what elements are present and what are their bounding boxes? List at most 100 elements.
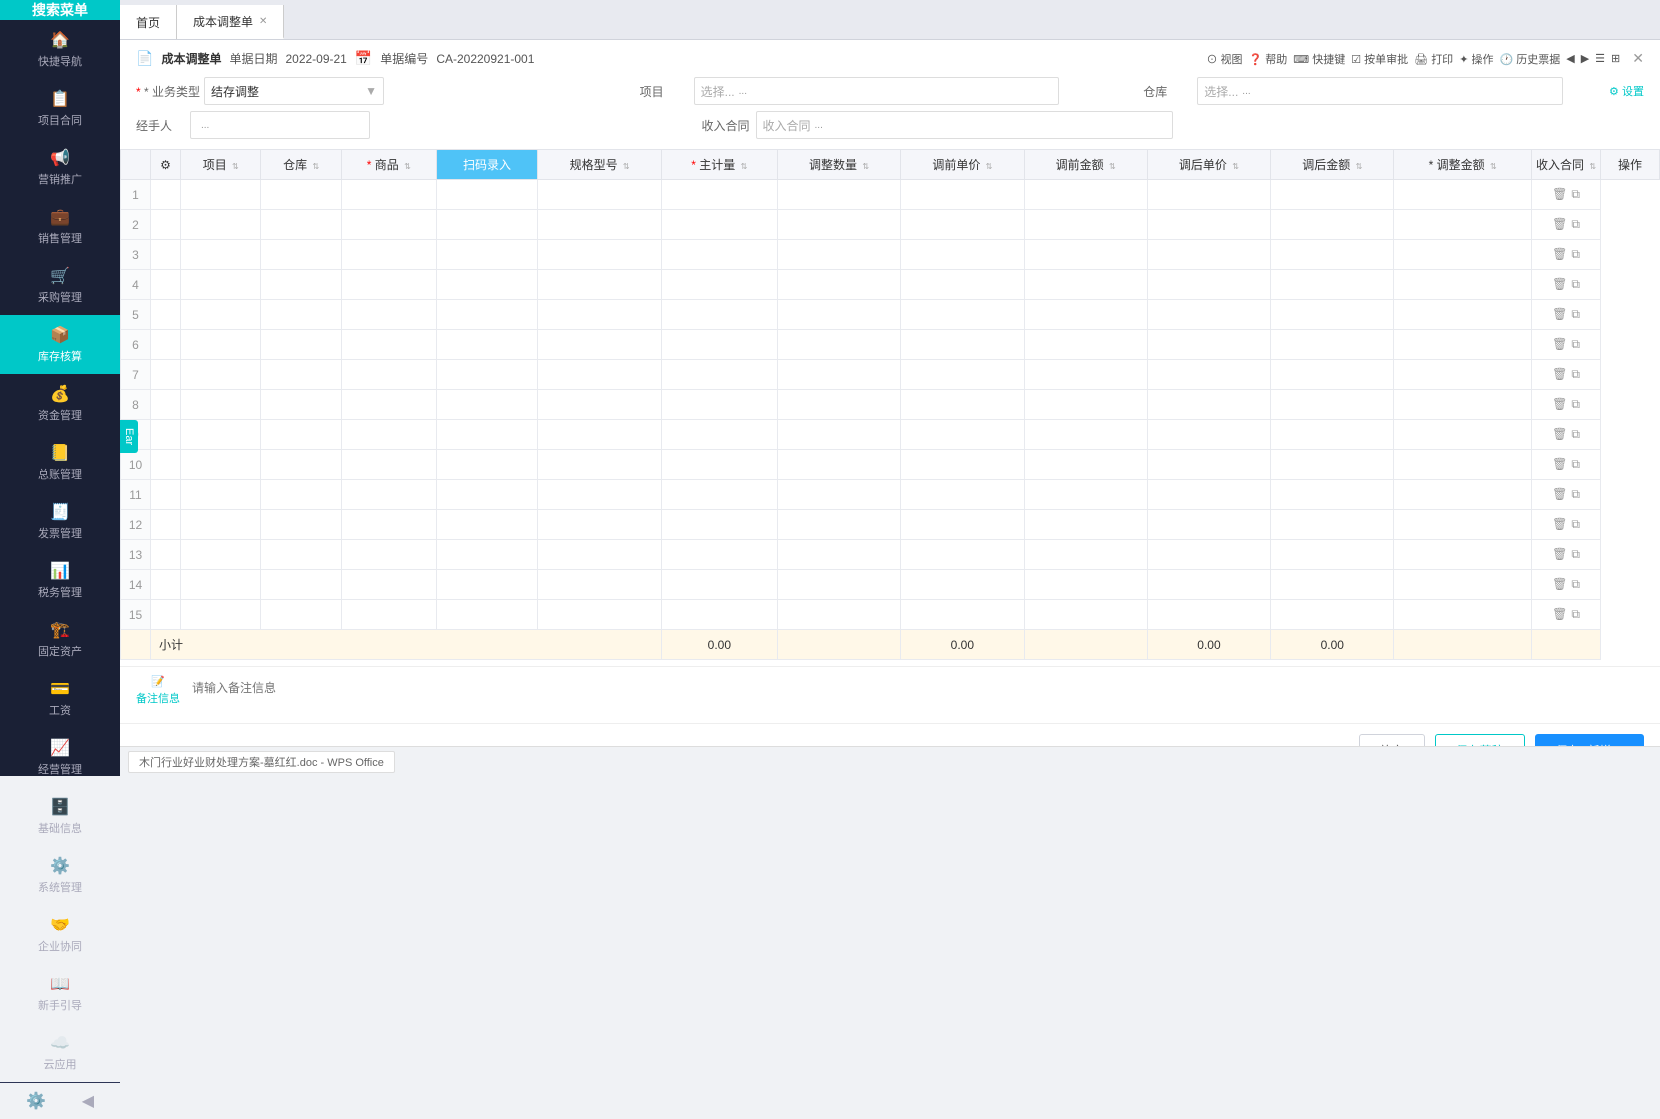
cell-after_amount-12[interactable] (1147, 510, 1270, 540)
cell-before_amount-5[interactable] (901, 300, 1024, 330)
taskbar-item[interactable]: 木门行业好业财处理方案-墓红红.doc - WPS Office (128, 751, 395, 773)
cell-spec-2[interactable] (436, 210, 538, 240)
cell-income_contract-4[interactable] (1394, 270, 1532, 300)
cell-scan-6[interactable] (341, 330, 436, 360)
cell-adjust_qty-14[interactable] (661, 570, 777, 600)
cell-unit-7[interactable] (538, 360, 661, 390)
cell-unit-4[interactable] (538, 270, 661, 300)
cell-after_amount-9[interactable] (1147, 420, 1270, 450)
cell-after_amount-3[interactable] (1147, 240, 1270, 270)
cell-adjust_amount-14[interactable] (1271, 570, 1394, 600)
cell-project-5[interactable] (151, 300, 181, 330)
cell-scan-15[interactable] (341, 600, 436, 630)
cell-unit-12[interactable] (538, 510, 661, 540)
cell-after_price-3[interactable] (1024, 240, 1147, 270)
delete-icon-7[interactable]: 🗑 (1552, 367, 1567, 382)
cell-scan-8[interactable] (341, 390, 436, 420)
delete-icon-10[interactable]: 🗑 (1552, 457, 1567, 472)
delete-icon-3[interactable]: 🗑 (1552, 247, 1567, 262)
cell-product-8[interactable] (261, 390, 341, 420)
cell-spec-14[interactable] (436, 570, 538, 600)
cell-product-13[interactable] (261, 540, 341, 570)
cell-before_price-8[interactable] (777, 390, 900, 420)
sidebar-item-marketing[interactable]: 📢营销推广 (0, 138, 120, 197)
cell-project-13[interactable] (151, 540, 181, 570)
history-btn[interactable]: 🕐 历史票据 (1499, 51, 1560, 67)
cell-warehouse-10[interactable] (181, 450, 261, 480)
tab-cost-adjust[interactable]: 成本调整单 ✕ (177, 5, 284, 39)
cell-before_amount-9[interactable] (901, 420, 1024, 450)
copy-icon-5[interactable]: ⧉ (1571, 307, 1580, 322)
cell-adjust_qty-10[interactable] (661, 450, 777, 480)
cell-scan-14[interactable] (341, 570, 436, 600)
cell-spec-10[interactable] (436, 450, 538, 480)
sidebar-item-project-contract[interactable]: 📋项目合同 (0, 79, 120, 138)
cell-before_price-1[interactable] (777, 180, 900, 210)
cell-adjust_amount-15[interactable] (1271, 600, 1394, 630)
cell-before_amount-10[interactable] (901, 450, 1024, 480)
delete-icon-4[interactable]: 🗑 (1552, 277, 1567, 292)
cell-before_price-13[interactable] (777, 540, 900, 570)
cell-scan-10[interactable] (341, 450, 436, 480)
business-type-input[interactable]: 结存调整 ▼ (204, 77, 384, 105)
cell-adjust_amount-12[interactable] (1271, 510, 1394, 540)
cell-warehouse-11[interactable] (181, 480, 261, 510)
cell-income_contract-10[interactable] (1394, 450, 1532, 480)
cell-adjust_amount-11[interactable] (1271, 480, 1394, 510)
calendar-icon[interactable]: 📅 (355, 50, 372, 67)
cell-product-11[interactable] (261, 480, 341, 510)
cell-income_contract-9[interactable] (1394, 420, 1532, 450)
cell-adjust_qty-4[interactable] (661, 270, 777, 300)
cell-after_amount-2[interactable] (1147, 210, 1270, 240)
cell-warehouse-5[interactable] (181, 300, 261, 330)
income-contract-input[interactable]: 收入合同 ... (756, 111, 1173, 139)
nav-next-btn[interactable]: ▶ (1581, 52, 1589, 65)
nav-prev-btn[interactable]: ◀ (1566, 52, 1574, 65)
cell-after_price-9[interactable] (1024, 420, 1147, 450)
cell-product-10[interactable] (261, 450, 341, 480)
cell-spec-7[interactable] (436, 360, 538, 390)
cell-unit-13[interactable] (538, 540, 661, 570)
cell-after_price-8[interactable] (1024, 390, 1147, 420)
cell-product-4[interactable] (261, 270, 341, 300)
cell-unit-11[interactable] (538, 480, 661, 510)
cell-project-14[interactable] (151, 570, 181, 600)
delete-icon-13[interactable]: 🗑 (1552, 547, 1567, 562)
cell-before_price-11[interactable] (777, 480, 900, 510)
cell-spec-13[interactable] (436, 540, 538, 570)
delete-icon-15[interactable]: 🗑 (1552, 607, 1567, 622)
cell-scan-12[interactable] (341, 510, 436, 540)
shortcut-btn[interactable]: ⌨ 快捷键 (1293, 51, 1345, 67)
cell-spec-12[interactable] (436, 510, 538, 540)
cell-warehouse-2[interactable] (181, 210, 261, 240)
cell-after_price-13[interactable] (1024, 540, 1147, 570)
copy-icon-13[interactable]: ⧉ (1571, 547, 1580, 562)
settings-icon[interactable]: ⚙️ (26, 1091, 46, 1111)
cell-adjust_qty-7[interactable] (661, 360, 777, 390)
cell-before_amount-7[interactable] (901, 360, 1024, 390)
copy-icon-3[interactable]: ⧉ (1571, 247, 1580, 262)
delete-icon-12[interactable]: 🗑 (1552, 517, 1567, 532)
cell-after_amount-14[interactable] (1147, 570, 1270, 600)
review-btn[interactable]: ☑ 按单审批 (1351, 51, 1408, 67)
delete-icon-6[interactable]: 🗑 (1552, 337, 1567, 352)
copy-icon-6[interactable]: ⧉ (1571, 337, 1580, 352)
cell-before_amount-8[interactable] (901, 390, 1024, 420)
cell-scan-11[interactable] (341, 480, 436, 510)
warehouse-input[interactable]: 选择... ... (1197, 77, 1563, 105)
cell-after_price-1[interactable] (1024, 180, 1147, 210)
cell-adjust_qty-15[interactable] (661, 600, 777, 630)
cell-warehouse-6[interactable] (181, 330, 261, 360)
cell-project-4[interactable] (151, 270, 181, 300)
cell-adjust_amount-13[interactable] (1271, 540, 1394, 570)
cell-after_price-10[interactable] (1024, 450, 1147, 480)
copy-icon-2[interactable]: ⧉ (1571, 217, 1580, 232)
sidebar-item-finance[interactable]: 💰资金管理 (0, 374, 120, 433)
cell-warehouse-14[interactable] (181, 570, 261, 600)
copy-icon-11[interactable]: ⧉ (1571, 487, 1580, 502)
copy-icon-14[interactable]: ⧉ (1571, 577, 1580, 592)
copy-icon-4[interactable]: ⧉ (1571, 277, 1580, 292)
cell-product-1[interactable] (261, 180, 341, 210)
cell-before_amount-13[interactable] (901, 540, 1024, 570)
cell-after_price-5[interactable] (1024, 300, 1147, 330)
